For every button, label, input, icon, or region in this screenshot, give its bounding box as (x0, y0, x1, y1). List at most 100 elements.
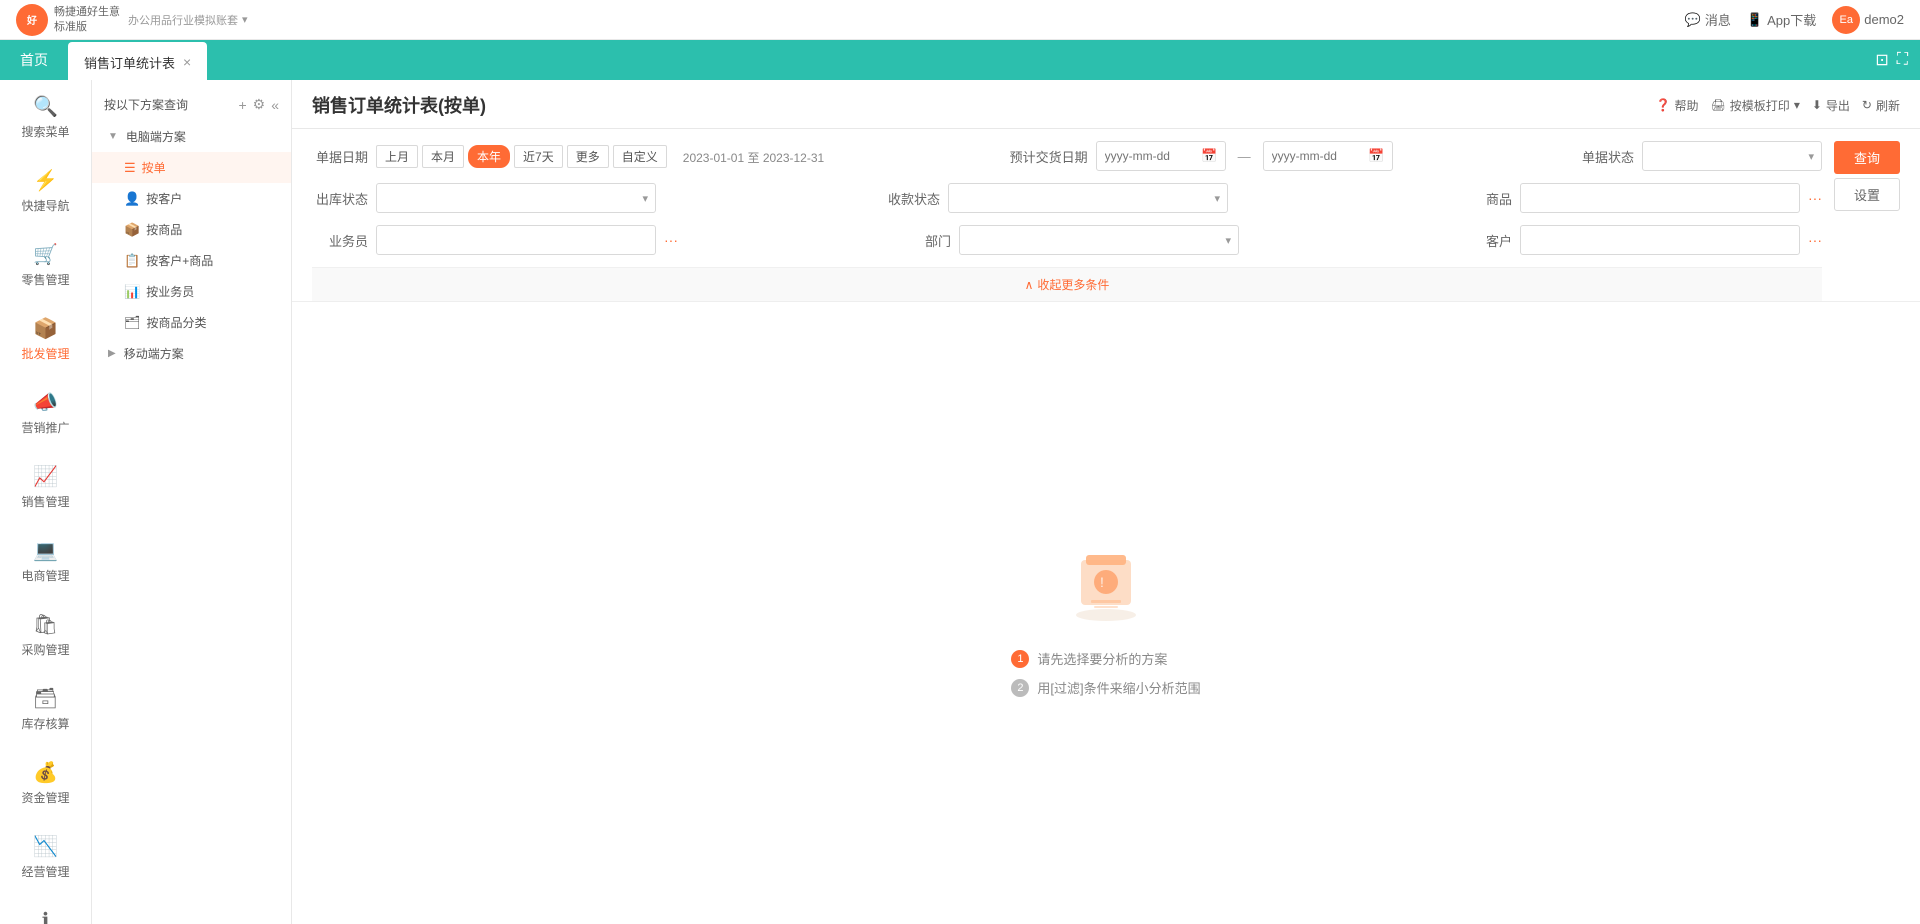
scheme-item-by-customer-goods[interactable]: 📋 按客户+商品 (92, 245, 291, 276)
scheme-group-label[interactable]: ▼ 电脑端方案 (92, 121, 291, 152)
tree-arrow-right: ▶ (108, 348, 116, 359)
scheme-item-by-salesperson[interactable]: 📊 按业务员 (92, 276, 291, 307)
tree-arrow-down: ▼ (108, 131, 118, 142)
last-month-btn[interactable]: 上月 (376, 145, 418, 168)
phone-icon: 📱 (1747, 12, 1763, 28)
operations-icon: 📉 (33, 834, 58, 859)
app-download-button[interactable]: 📱 App下载 (1747, 10, 1816, 29)
goods-more-btn[interactable]: ··· (1808, 190, 1822, 206)
salesperson-more-btn[interactable]: ··· (664, 232, 678, 248)
sidebar-item-inventory[interactable]: 🗃 库存核算 (0, 672, 91, 746)
date-range-display: 2023-01-01 至 2023-12-31 (683, 147, 824, 166)
export-button[interactable]: ⬇ 导出 (1812, 97, 1850, 114)
collapse-panel-button[interactable]: « (271, 97, 279, 113)
scheme-item-by-order[interactable]: ☰ 按单 (92, 152, 291, 183)
sidebar-item-operations[interactable]: 📉 经营管理 (0, 820, 91, 894)
svg-text:!: ! (1100, 574, 1104, 590)
avatar: Ea (1832, 6, 1860, 34)
scheme-item-by-customer[interactable]: 👤 按客户 (92, 183, 291, 214)
filter-right: 查询 设置 (1822, 141, 1900, 301)
logo-text: 畅捷通好生意 标准版 (54, 5, 120, 34)
scheme-group-mobile[interactable]: ▶ 移动端方案 (92, 338, 291, 369)
add-scheme-button[interactable]: + (238, 97, 246, 113)
tab-active[interactable]: 销售订单统计表 × (68, 42, 207, 82)
empty-state: ! 1 请先选择要分析的方案 2 用[过滤]条件来缩小分析范围 (292, 302, 1920, 924)
topbar-left: 好 畅捷通好生意 标准版 办公用品行业模拟账套 ▾ (16, 4, 248, 36)
this-year-btn[interactable]: 本年 (468, 145, 510, 168)
panel-header: 按以下方案查询 + ⚙ « (92, 88, 291, 121)
expected-date-filter: 预计交货日期 📅 — 📅 (1010, 141, 1393, 171)
filter-main: 单据日期 上月 本月 本年 近7天 更多 自定义 2023-01-0 (312, 141, 1822, 301)
sidebar-item-purchase[interactable]: 🛍 采购管理 (0, 598, 91, 672)
scheme-panel: 按以下方案查询 + ⚙ « ▼ 电脑端方案 ☰ 按单 👤 按客 (92, 80, 292, 924)
scheme-item-by-category[interactable]: 🗂 按商品分类 (92, 307, 291, 338)
sidebar-item-ecommerce[interactable]: 💻 电商管理 (0, 524, 91, 598)
status-select[interactable] (1642, 141, 1822, 171)
tabbar: 首页 销售订单统计表 × ⊡ ⛶ (0, 40, 1920, 80)
content-area: 按以下方案查询 + ⚙ « ▼ 电脑端方案 ☰ 按单 👤 按客 (92, 80, 1920, 924)
scheme-icon-customer-goods: 📋 (124, 253, 140, 269)
sidebar-item-basic[interactable]: ℹ 基础信息 (0, 894, 91, 924)
left-sidebar: 🔍 搜索菜单 ⚡ 快捷导航 🛒 零售管理 📦 批发管理 📣 营销推广 📈 销售管… (0, 80, 92, 924)
wholesale-icon: 📦 (33, 316, 58, 341)
sidebar-item-finance[interactable]: 💰 资金管理 (0, 746, 91, 820)
sidebar-item-sales[interactable]: 📈 销售管理 (0, 450, 91, 524)
expected-date-to-wrapper: 📅 (1263, 141, 1393, 171)
sidebar-item-retail[interactable]: 🛒 零售管理 (0, 228, 91, 302)
delivery-select[interactable] (376, 183, 656, 213)
message-button[interactable]: 💬 消息 (1685, 10, 1731, 29)
expected-date-to[interactable] (1263, 141, 1393, 171)
salesperson-input[interactable] (376, 225, 656, 255)
sidebar-item-search[interactable]: 🔍 搜索菜单 (0, 80, 91, 154)
main-layout: 🔍 搜索菜单 ⚡ 快捷导航 🛒 零售管理 📦 批发管理 📣 营销推广 📈 销售管… (0, 80, 1920, 924)
customer-filter: 客户 ··· (1456, 225, 1822, 255)
maximize-button[interactable]: ⛶ (1897, 51, 1908, 69)
purchase-icon: 🛍 (33, 612, 58, 637)
scheme-icon-customer: 👤 (124, 191, 140, 207)
sidebar-item-marketing[interactable]: 📣 营销推广 (0, 376, 91, 450)
customer-more-btn[interactable]: ··· (1808, 232, 1822, 248)
filter-row-3: 业务员 ··· 部门 (312, 225, 1822, 255)
query-button[interactable]: 查询 (1834, 141, 1900, 174)
refresh-button[interactable]: ↻ 刷新 (1862, 97, 1900, 114)
scheme-group-desktop: ▼ 电脑端方案 ☰ 按单 👤 按客户 📦 按商品 📋 按客户+商品 (92, 121, 291, 338)
more-btn[interactable]: 更多 (567, 145, 609, 168)
basic-icon: ℹ (42, 908, 50, 924)
tab-close-icon[interactable]: × (183, 54, 191, 70)
payment-filter: 收款状态 (884, 183, 1228, 213)
expected-date-from[interactable] (1096, 141, 1226, 171)
tabbar-right: ⊡ ⛶ (1875, 50, 1920, 70)
empty-hints: 1 请先选择要分析的方案 2 用[过滤]条件来缩小分析范围 (1011, 649, 1200, 697)
scheme-item-by-goods[interactable]: 📦 按商品 (92, 214, 291, 245)
scheme-icon-salesperson: 📊 (124, 284, 140, 300)
sidebar-item-shortcuts[interactable]: ⚡ 快捷导航 (0, 154, 91, 228)
help-button[interactable]: ❓ 帮助 (1656, 97, 1699, 114)
hint-num-1: 1 (1011, 650, 1029, 668)
last7-btn[interactable]: 近7天 (514, 145, 563, 168)
sidebar-item-wholesale[interactable]: 📦 批发管理 (0, 302, 91, 376)
filter-container: 单据日期 上月 本月 本年 近7天 更多 自定义 2023-01-0 (292, 129, 1920, 302)
message-icon: 💬 (1685, 12, 1701, 28)
inventory-icon: 🗃 (33, 686, 58, 711)
tab-home[interactable]: 首页 (0, 40, 68, 80)
collapse-button[interactable]: ∧ 收起更多条件 (312, 267, 1822, 301)
payment-select[interactable] (948, 183, 1228, 213)
empty-hint-1: 1 请先选择要分析的方案 (1011, 649, 1200, 668)
scheme-icon-goods: 📦 (124, 222, 140, 238)
goods-input[interactable] (1520, 183, 1800, 213)
user-profile[interactable]: Ea demo2 (1832, 6, 1904, 34)
expected-date-from-wrapper: 📅 (1096, 141, 1226, 171)
dept-select[interactable] (959, 225, 1239, 255)
settings-scheme-button[interactable]: ⚙ (253, 96, 266, 113)
workspace-selector[interactable]: 办公用品行业模拟账套 ▾ (128, 12, 248, 28)
this-month-btn[interactable]: 本月 (422, 145, 464, 168)
settings-button[interactable]: 设置 (1834, 178, 1900, 211)
template-print-button[interactable]: 🖨 按模板打印 ▾ (1711, 97, 1800, 114)
minimize-button[interactable]: ⊡ (1875, 50, 1888, 70)
payment-select-wrapper (948, 183, 1228, 213)
customer-input[interactable] (1520, 225, 1800, 255)
status-filter: 单据状态 (1578, 141, 1822, 171)
custom-btn[interactable]: 自定义 (613, 145, 667, 168)
logo-area: 好 畅捷通好生意 标准版 (16, 4, 120, 36)
topbar-right: 💬 消息 📱 App下载 Ea demo2 (1685, 6, 1904, 34)
